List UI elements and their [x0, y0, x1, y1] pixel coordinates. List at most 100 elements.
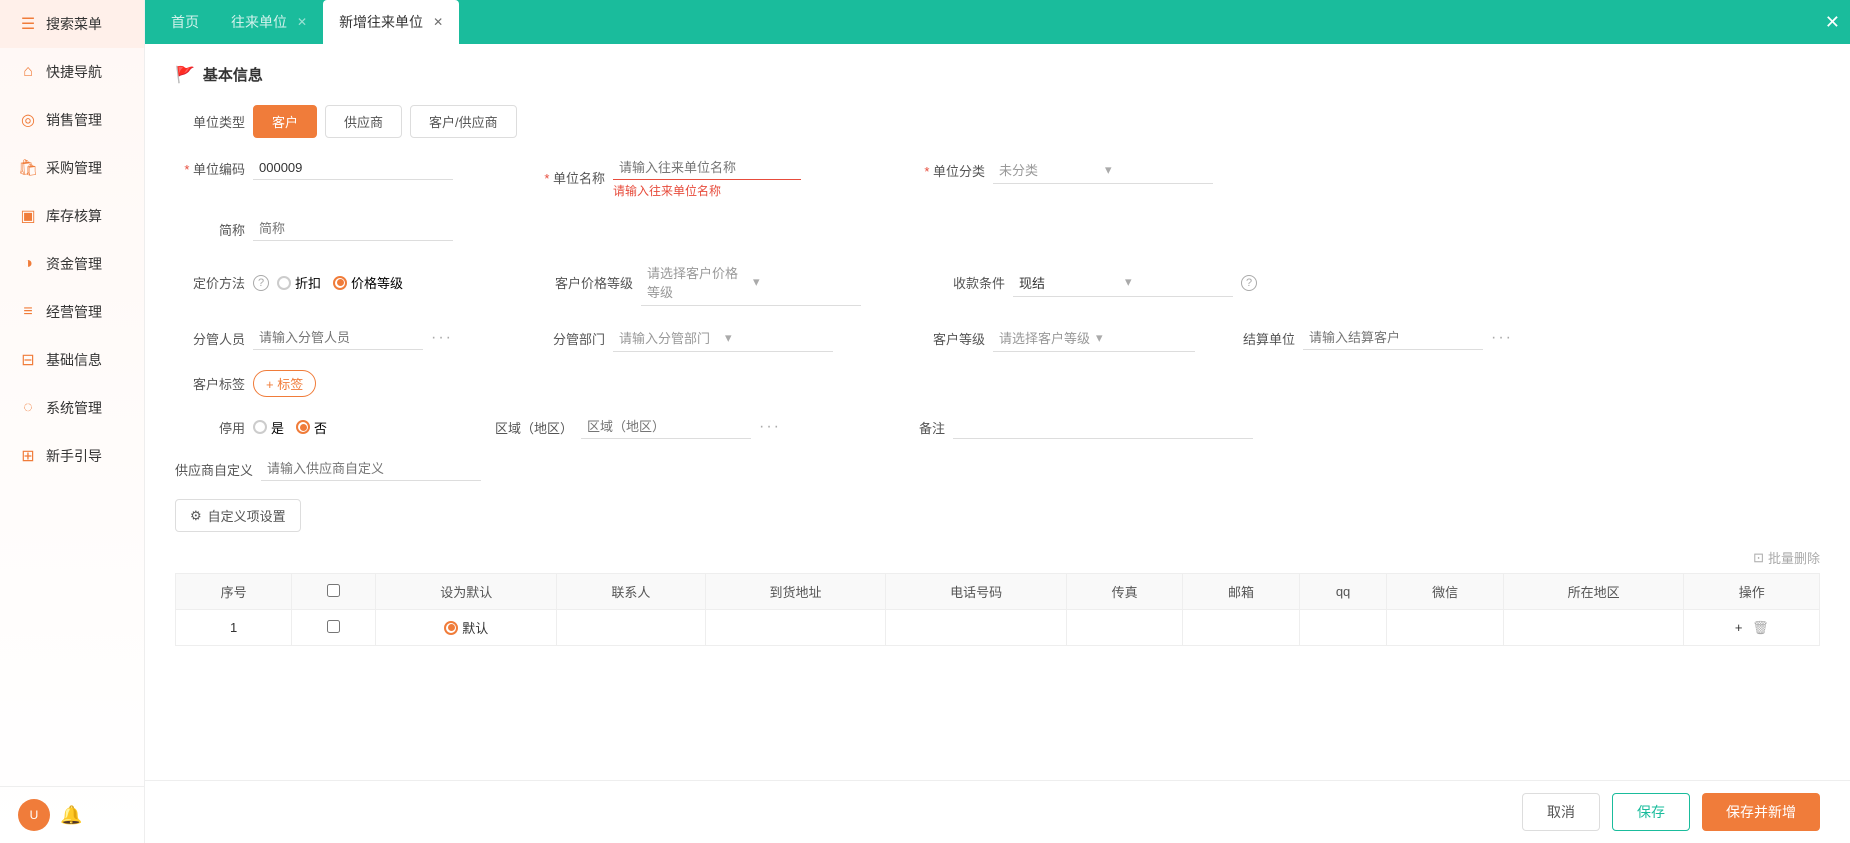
custom-settings-button[interactable]: ⚙ 自定义项设置	[175, 499, 301, 532]
supplier-custom-label: 供应商自定义	[175, 460, 253, 479]
short-name-input[interactable]	[253, 217, 453, 241]
row-wechat	[1387, 610, 1503, 646]
customer-price-level-field: 客户价格等级 请选择客户价格等级 ▾	[555, 259, 895, 306]
department-field: 分管部门 请输入分管部门 ▾	[535, 324, 875, 352]
sidebar-item-finance[interactable]: ◑ 资金管理	[0, 240, 144, 288]
settlement-unit-field: 结算单位 ···	[1225, 326, 1820, 350]
customer-level-arrow-icon: ▾	[1096, 330, 1189, 346]
add-tag-button[interactable]: + 标签	[253, 370, 316, 397]
radio-discount-circle	[277, 276, 291, 290]
cancel-button[interactable]: 取消	[1522, 793, 1600, 831]
payment-terms-help-icon[interactable]: ?	[1241, 275, 1257, 291]
tab-partners-close[interactable]: ✕	[297, 15, 307, 29]
remarks-input[interactable]	[953, 415, 1253, 439]
sidebar-item-guide[interactable]: ⊞ 新手引导	[0, 432, 144, 480]
unit-name-field: 单位名称 请输入往来单位名称	[535, 156, 875, 199]
sidebar-item-operations[interactable]: ≡ 经营管理	[0, 288, 144, 336]
sidebar: ☰ 搜索菜单 ⌂ 快捷导航 ◎ 销售管理 🛍 采购管理 ▣ 库存核算 ◑ 资金管…	[0, 0, 145, 843]
col-contact: 联系人	[557, 574, 706, 610]
batch-delete-button[interactable]: ⊡ 批量删除	[175, 548, 1820, 567]
pricing-field: 定价方法 ? 折扣 价格等级	[175, 273, 515, 292]
sidebar-item-sales[interactable]: ◎ 销售管理	[0, 96, 144, 144]
guide-icon: ⊞	[18, 446, 38, 466]
short-name-row: 简称	[175, 217, 1820, 241]
search-menu-icon: ☰	[18, 14, 38, 34]
tab-new-partner[interactable]: 新增往来单位 ✕	[323, 0, 459, 44]
row-delete-icon[interactable]: 🗑	[1752, 620, 1769, 635]
remarks-field: 备注	[875, 415, 1820, 439]
save-new-button[interactable]: 保存并新增	[1702, 793, 1820, 831]
settlement-unit-more-icon[interactable]: ···	[1491, 329, 1513, 347]
batch-delete-icon: ⊡	[1753, 550, 1764, 566]
manager-input[interactable]	[253, 326, 423, 350]
row-checkbox	[292, 610, 376, 646]
radio-no-circle	[296, 420, 310, 434]
section-flag-icon: 🚩	[175, 65, 195, 85]
radio-no[interactable]: 否	[296, 418, 327, 437]
customer-tag-row: 客户标签 + 标签	[175, 370, 1820, 397]
disabled-radio-group: 是 否	[253, 418, 327, 437]
sidebar-item-quick-nav[interactable]: ⌂ 快捷导航	[0, 48, 144, 96]
type-btn-customer[interactable]: 客户	[253, 105, 317, 138]
col-no: 序号	[176, 574, 292, 610]
col-phone: 电话号码	[886, 574, 1067, 610]
supplier-custom-input[interactable]	[261, 457, 481, 481]
window-close-button[interactable]: ✕	[1825, 12, 1840, 33]
radio-yes[interactable]: 是	[253, 418, 284, 437]
department-dropdown[interactable]: 请输入分管部门 ▾	[613, 324, 833, 352]
unit-name-error: 请输入往来单位名称	[613, 182, 801, 199]
unit-category-label: 单位分类	[915, 161, 985, 180]
pricing-label: 定价方法	[175, 273, 245, 292]
tab-partners[interactable]: 往来单位 ✕	[215, 0, 323, 44]
row-no: 1	[176, 610, 292, 646]
row-phone	[886, 610, 1067, 646]
sidebar-item-purchase[interactable]: 🛍 采购管理	[0, 144, 144, 192]
row-add-icon[interactable]: +	[1735, 620, 1743, 635]
select-all-checkbox[interactable]	[327, 584, 340, 597]
avatar[interactable]: U	[18, 799, 50, 831]
payment-terms-arrow-icon: ▾	[1125, 274, 1227, 290]
sidebar-item-inventory[interactable]: ▣ 库存核算	[0, 192, 144, 240]
radio-price-level[interactable]: 价格等级	[333, 273, 403, 292]
short-name-label: 简称	[175, 220, 245, 239]
region-input[interactable]	[581, 415, 751, 439]
bottom-bar: 取消 保存 保存并新增	[145, 780, 1850, 843]
unit-code-input[interactable]	[253, 156, 453, 180]
manager-more-icon[interactable]: ···	[431, 329, 453, 347]
sidebar-item-basic-info[interactable]: ⊟ 基础信息	[0, 336, 144, 384]
sidebar-item-search[interactable]: ☰ 搜索菜单	[0, 0, 144, 48]
unit-code-row: 单位编码 单位名称 请输入往来单位名称 单位分类 未分类 ▾	[175, 156, 1820, 199]
unit-name-input[interactable]	[613, 156, 801, 180]
row-region	[1503, 610, 1684, 646]
section-basic-info: 🚩 基本信息	[175, 64, 1820, 85]
row-email	[1183, 610, 1299, 646]
table-row: 1 默认	[176, 610, 1820, 646]
row-select-checkbox[interactable]	[327, 620, 340, 633]
customer-level-dropdown[interactable]: 请选择客户等级 ▾	[993, 324, 1195, 352]
region-more-icon[interactable]: ···	[759, 418, 781, 436]
save-button[interactable]: 保存	[1612, 793, 1690, 831]
disabled-row: 停用 是 否 区域（地区） ···	[175, 415, 1820, 439]
tab-home[interactable]: 首页	[155, 0, 215, 44]
remarks-label: 备注	[875, 418, 945, 437]
col-region: 所在地区	[1503, 574, 1684, 610]
sidebar-item-sys[interactable]: ◌ 系统管理	[0, 384, 144, 432]
purchase-icon: 🛍	[18, 158, 38, 178]
customer-price-level-dropdown[interactable]: 请选择客户价格等级 ▾	[641, 259, 861, 306]
payment-terms-dropdown[interactable]: 现结 ▾	[1013, 269, 1233, 297]
col-default: 设为默认	[376, 574, 557, 610]
form-content: 🚩 基本信息 单位类型 客户 供应商 客户/供应商 单位编码	[145, 44, 1850, 780]
type-btn-both[interactable]: 客户/供应商	[410, 105, 517, 138]
radio-discount[interactable]: 折扣	[277, 273, 321, 292]
short-name-field: 简称	[175, 217, 495, 241]
tab-new-partner-close[interactable]: ✕	[433, 15, 443, 29]
type-btn-supplier[interactable]: 供应商	[325, 105, 402, 138]
unit-category-dropdown[interactable]: 未分类 ▾	[993, 156, 1213, 184]
settlement-unit-input[interactable]	[1303, 326, 1483, 350]
inventory-icon: ▣	[18, 206, 38, 226]
customer-tag-label: 客户标签	[175, 374, 245, 393]
department-arrow-icon: ▾	[725, 330, 827, 346]
notification-icon[interactable]: 🔔	[60, 805, 82, 826]
pricing-help-icon[interactable]: ?	[253, 275, 269, 291]
supplier-custom-field: 供应商自定义	[175, 457, 1820, 481]
